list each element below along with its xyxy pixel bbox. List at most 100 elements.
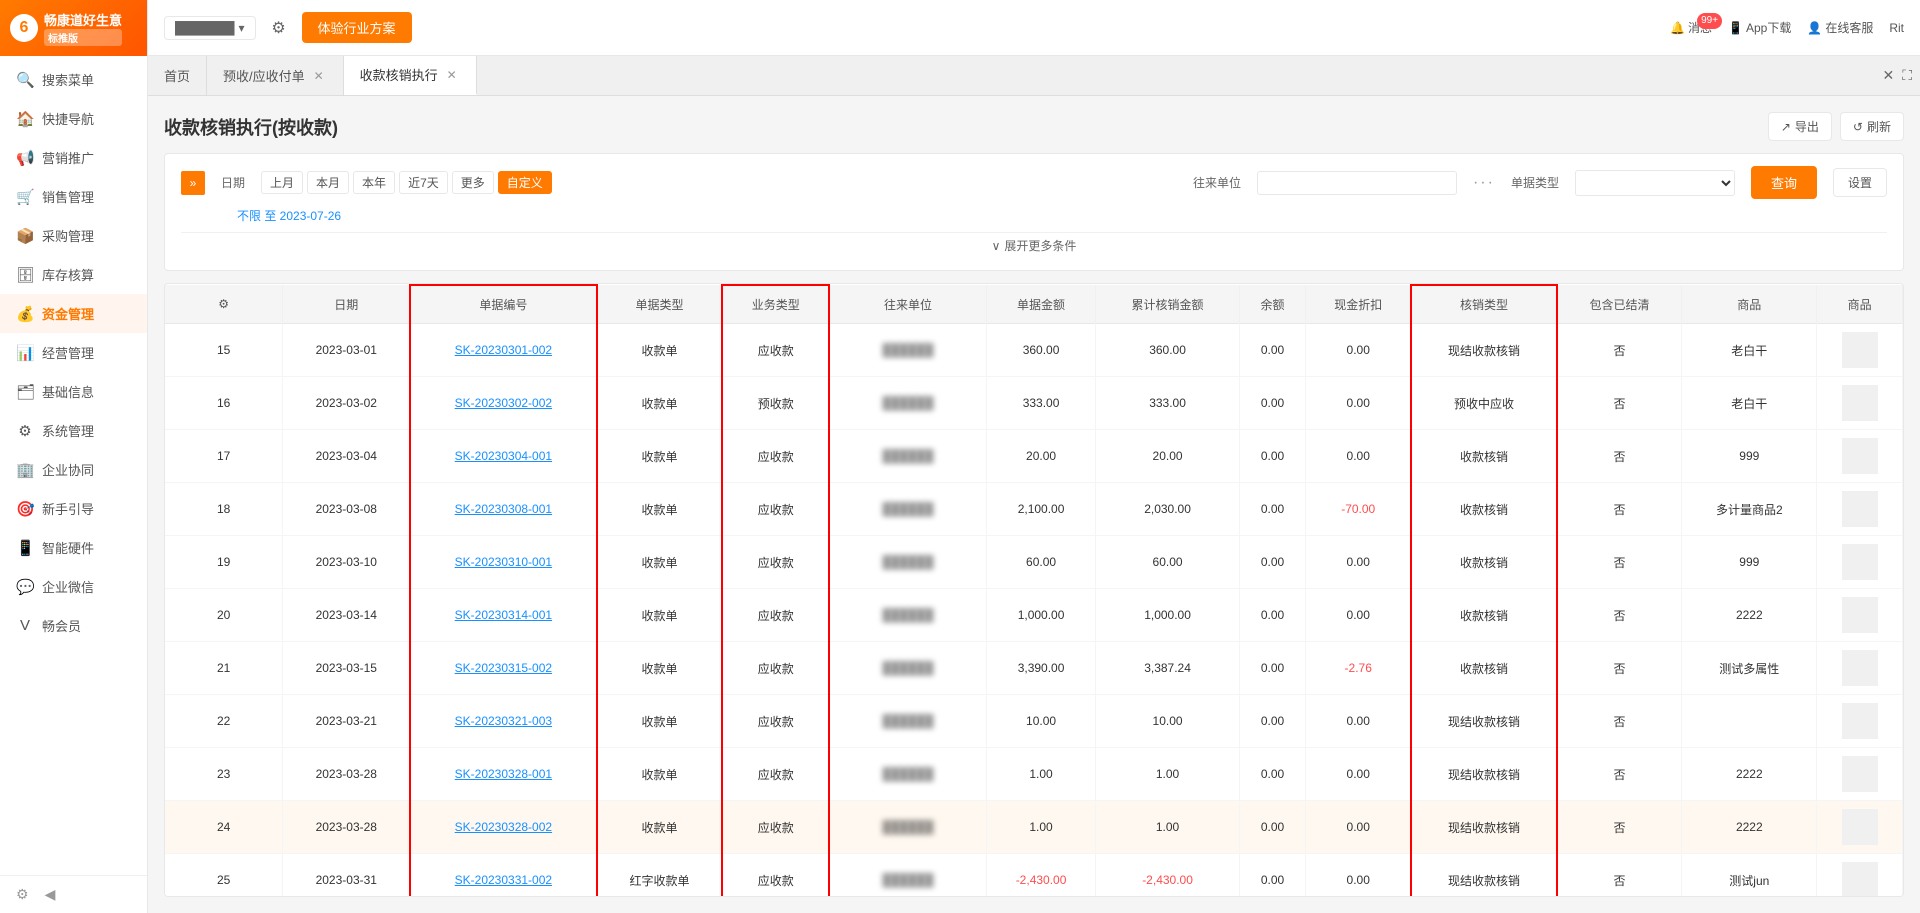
page-actions: ↗ 导出 ↺ 刷新 xyxy=(1768,112,1904,141)
sidebar-item-search[interactable]: 🔍搜索菜单 xyxy=(0,60,147,99)
sidebar-item-finance[interactable]: 💰资金管理 xyxy=(0,294,147,333)
sidebar-item-system[interactable]: ⚙系统管理 xyxy=(0,411,147,450)
sidebar-item-sales[interactable]: 🛒销售管理 xyxy=(0,177,147,216)
solution-btn[interactable]: 体验行业方案 xyxy=(302,12,412,43)
th-goods[interactable]: 商品 xyxy=(1682,285,1817,324)
th-doctype[interactable]: 单据类型 xyxy=(597,285,723,324)
th-partner[interactable]: 往来单位 xyxy=(829,285,986,324)
close-tab-icon[interactable]: ✕ xyxy=(1882,67,1894,84)
docno-link[interactable]: SK-20230302-002 xyxy=(455,396,552,410)
sidebar-item-corp[interactable]: 🏢企业协同 xyxy=(0,450,147,489)
online-service-label: 在线客服 xyxy=(1825,19,1873,36)
docno-link[interactable]: SK-20230304-001 xyxy=(455,449,552,463)
th-discount[interactable]: 现金折扣 xyxy=(1306,285,1412,324)
cell-doctype: 收款单 xyxy=(597,642,723,695)
cell-partner: ██████ xyxy=(829,377,986,430)
date-btn-lastmonth[interactable]: 上月 xyxy=(261,171,303,194)
tab-presettle[interactable]: 预收/应收付单 ✕ xyxy=(207,56,344,95)
th-include-settled[interactable]: 包含已结清 xyxy=(1557,285,1682,324)
export-btn[interactable]: ↗ 导出 xyxy=(1768,112,1832,141)
cell-discount: 0.00 xyxy=(1306,589,1412,642)
cell-include-settled: 否 xyxy=(1557,377,1682,430)
cell-doctype: 红字收款单 xyxy=(597,854,723,898)
date-btn-custom[interactable]: 自定义 xyxy=(498,171,552,194)
docno-link[interactable]: SK-20230321-003 xyxy=(455,714,552,728)
date-btn-thismonth[interactable]: 本月 xyxy=(307,171,349,194)
sidebar-item-quicknav[interactable]: 🏠快捷导航 xyxy=(0,99,147,138)
cell-partner: ██████ xyxy=(829,589,986,642)
tab-writeoff-close-icon[interactable]: ✕ xyxy=(444,67,460,83)
messages-btn[interactable]: 🔔 消息 99+ xyxy=(1670,19,1712,36)
settings-icon[interactable]: ⚙ xyxy=(16,886,29,903)
tab-home[interactable]: 首页 xyxy=(148,56,207,95)
query-btn[interactable]: 查询 xyxy=(1751,166,1817,199)
cell-goods: 多计量商品2 xyxy=(1682,483,1817,536)
cell-goods: 老白干 xyxy=(1682,377,1817,430)
cell-partner: ██████ xyxy=(829,324,986,377)
sidebar-label-finance: 资金管理 xyxy=(42,304,94,323)
docno-link[interactable]: SK-20230308-001 xyxy=(455,502,552,516)
docno-link[interactable]: SK-20230328-002 xyxy=(455,820,552,834)
th-writetype[interactable]: 核销类型 xyxy=(1411,285,1556,324)
guide-icon: 🎯 xyxy=(16,500,34,518)
app-download-btn[interactable]: 📱 App下载 xyxy=(1728,19,1791,36)
sidebar-item-basic[interactable]: 🗂基础信息 xyxy=(0,372,147,411)
filter-settings-btn[interactable]: 设置 xyxy=(1833,168,1887,197)
docno-link[interactable]: SK-20230301-002 xyxy=(455,343,552,357)
sidebar-label-basic: 基础信息 xyxy=(42,382,94,401)
more-filters-icon[interactable]: ··· xyxy=(1473,174,1495,192)
docno-link[interactable]: SK-20230310-001 xyxy=(455,555,552,569)
export-label: 导出 xyxy=(1795,118,1819,135)
data-table-container: ⚙ 日期 单据编号 单据类型 业务类型 往来单位 单据金额 累计核销金额 余额 … xyxy=(164,283,1904,897)
cell-amount: 3,390.00 xyxy=(986,642,1095,695)
cell-include-settled: 否 xyxy=(1557,483,1682,536)
online-service-btn[interactable]: 👤 在线客服 xyxy=(1807,19,1873,36)
tab-presettle-close-icon[interactable]: ✕ xyxy=(311,68,327,84)
cell-no: 23 xyxy=(165,748,283,801)
th-docno[interactable]: 单据编号 xyxy=(410,285,596,324)
sidebar-item-operation[interactable]: 📊经营管理 xyxy=(0,333,147,372)
cell-date: 2023-03-01 xyxy=(283,324,410,377)
sidebar-item-marketing[interactable]: 📢营销推广 xyxy=(0,138,147,177)
docno-link[interactable]: SK-20230314-001 xyxy=(455,608,552,622)
sidebar-item-hardware[interactable]: 📱智能硬件 xyxy=(0,528,147,567)
collapse-icon[interactable]: ◀ xyxy=(45,886,56,903)
th-biztype[interactable]: 业务类型 xyxy=(722,285,829,324)
table-row: 16 2023-03-02 SK-20230302-002 收款单 预收款 ██… xyxy=(165,377,1903,430)
settings-gear-icon[interactable]: ⚙ xyxy=(264,13,294,43)
tab-writeoff[interactable]: 收款核销执行 ✕ xyxy=(344,56,477,95)
doctype-select[interactable] xyxy=(1575,170,1735,196)
refresh-btn[interactable]: ↺ 刷新 xyxy=(1840,112,1904,141)
date-btn-more[interactable]: 更多 xyxy=(452,171,494,194)
docno-link[interactable]: SK-20230328-001 xyxy=(455,767,552,781)
sidebar-item-inventory[interactable]: 🗄库存核算 xyxy=(0,255,147,294)
sidebar-item-member[interactable]: V畅会员 xyxy=(0,606,147,645)
date-btn-thisyear[interactable]: 本年 xyxy=(353,171,395,194)
table-row: 19 2023-03-10 SK-20230310-001 收款单 应收款 ██… xyxy=(165,536,1903,589)
cell-writetype: 现结收款核销 xyxy=(1411,854,1556,898)
th-settings[interactable]: ⚙ xyxy=(165,285,283,324)
filter-expand-btn[interactable]: » xyxy=(181,171,205,195)
docno-link[interactable]: SK-20230315-002 xyxy=(455,661,552,675)
th-amount[interactable]: 单据金额 xyxy=(986,285,1095,324)
expand-tab-icon[interactable]: ⛶ xyxy=(1902,67,1912,84)
sidebar-item-guide[interactable]: 🎯新手引导 xyxy=(0,489,147,528)
sidebar-item-wechat[interactable]: 💬企业微信 xyxy=(0,567,147,606)
cell-no: 18 xyxy=(165,483,283,536)
partner-input[interactable] xyxy=(1257,171,1457,195)
cell-goods2 xyxy=(1817,642,1903,695)
th-goods2[interactable]: 商品 xyxy=(1817,285,1903,324)
workspace-select[interactable]: ███████ ▾ xyxy=(164,16,256,40)
cell-writetype: 现结收款核销 xyxy=(1411,695,1556,748)
th-date[interactable]: 日期 xyxy=(283,285,410,324)
download-icon: 📱 xyxy=(1728,21,1743,35)
user-profile-btn[interactable]: Rit xyxy=(1889,21,1904,35)
expand-more-btn[interactable]: ∨ 展开更多条件 xyxy=(181,232,1887,258)
date-btn-7days[interactable]: 近7天 xyxy=(399,171,448,194)
sidebar-item-purchase[interactable]: 📦采购管理 xyxy=(0,216,147,255)
th-writeoff-total[interactable]: 累计核销金额 xyxy=(1096,285,1240,324)
docno-link[interactable]: SK-20230331-002 xyxy=(455,873,552,887)
th-balance[interactable]: 余额 xyxy=(1239,285,1305,324)
app-download-label: App下载 xyxy=(1746,19,1791,36)
cell-docno: SK-20230304-001 xyxy=(410,430,596,483)
